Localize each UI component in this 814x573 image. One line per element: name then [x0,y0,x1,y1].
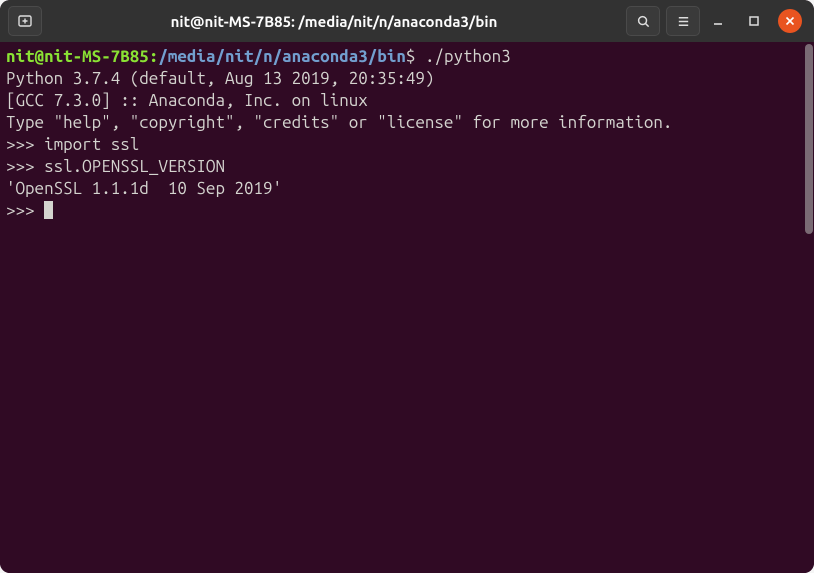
close-icon [785,16,795,26]
python-prompt: >>> [6,201,44,220]
prompt-user-host: nit@nit-MS-7B85 [6,47,149,66]
titlebar-left [8,6,42,36]
python-version-line: Python 3.7.4 (default, Aug 13 2019, 20:3… [6,69,444,88]
scrollbar-thumb[interactable] [805,44,813,234]
terminal-content[interactable]: nit@nit-MS-7B85:/media/nit/n/anaconda3/b… [0,42,804,573]
stmt-import: import ssl [44,135,139,154]
titlebar: nit@nit-MS-7B85: /media/nit/n/anaconda3/… [0,0,814,42]
terminal-window: nit@nit-MS-7B85: /media/nit/n/anaconda3/… [0,0,814,573]
menu-button[interactable] [666,6,700,36]
maximize-icon [748,15,760,27]
text-cursor [44,201,53,219]
search-button[interactable] [626,6,660,36]
new-tab-button[interactable] [8,6,42,36]
stmt-ssl: ssl.OPENSSL_VERSION [44,157,225,176]
window-controls [706,9,806,33]
python-prompt: >>> [6,157,44,176]
scrollbar-track[interactable] [804,42,814,573]
command-text: ./python3 [425,47,511,66]
prompt-path: /media/nit/n/anaconda3/bin [158,47,406,66]
minimize-button[interactable] [706,9,730,33]
close-button[interactable] [778,9,802,33]
window-title: nit@nit-MS-7B85: /media/nit/n/anaconda3/… [48,13,620,30]
minimize-icon [712,15,724,27]
output-ssl: 'OpenSSL 1.1.1d 10 Sep 2019' [6,179,282,198]
hamburger-icon [676,14,691,29]
new-tab-icon [17,13,33,29]
search-icon [636,14,651,29]
python-hint-line: Type "help", "copyright", "credits" or "… [6,113,672,132]
terminal-area: nit@nit-MS-7B85:/media/nit/n/anaconda3/b… [0,42,814,573]
python-gcc-line: [GCC 7.3.0] :: Anaconda, Inc. on linux [6,91,368,110]
titlebar-center-controls [626,6,700,36]
prompt-symbol: $ [406,47,416,66]
prompt-sep: : [149,47,159,66]
maximize-button[interactable] [742,9,766,33]
python-prompt: >>> [6,135,44,154]
